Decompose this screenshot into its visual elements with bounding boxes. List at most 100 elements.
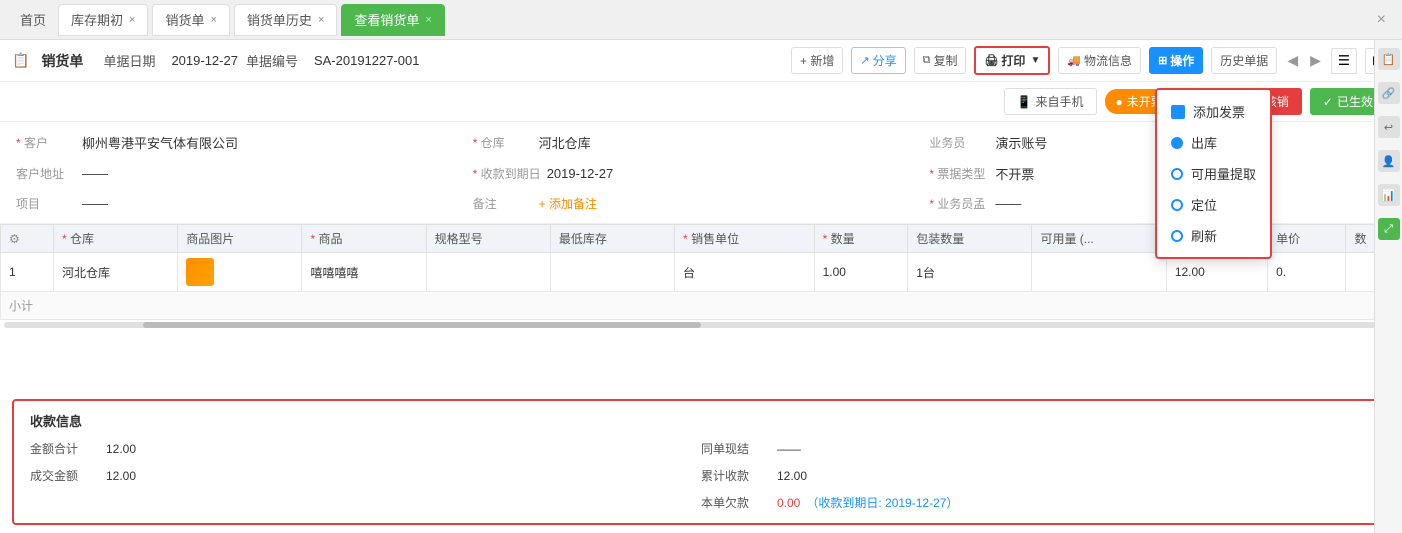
same-order-label: 同单现结	[701, 440, 771, 457]
product-thumbnail	[186, 258, 214, 286]
outbound-label: 出库	[1191, 133, 1217, 152]
col-pack-qty: 包装数量	[908, 225, 1032, 253]
row-spec	[426, 253, 550, 292]
prev-button[interactable]: ◀	[1287, 52, 1298, 69]
from-phone-button[interactable]: 📱 来自手机	[1004, 88, 1097, 115]
effective-label: 已生效	[1337, 93, 1373, 110]
dropdown-outbound[interactable]: 出库	[1157, 127, 1270, 158]
dropdown-refresh[interactable]: 刷新	[1157, 220, 1270, 251]
new-button[interactable]: + 新增	[791, 47, 843, 74]
col-min-stock: 最低库存	[550, 225, 674, 253]
copy-button[interactable]: ⧉ 复制	[914, 47, 967, 74]
sidebar-icon-user[interactable]: 👤	[1378, 150, 1400, 172]
warehouse-row: 仓库 河北仓库	[473, 130, 930, 155]
row-pack-qty: 1台	[908, 253, 1032, 292]
tab-bar: 首页 库存期初 × 销货单 × 销货单历史 × 查看销货单 × ×	[0, 0, 1402, 40]
sidebar-icon-chart[interactable]: 📊	[1378, 184, 1400, 206]
staff2-label: 业务员孟	[929, 195, 989, 212]
subtotal-label: 小计	[1, 292, 1402, 320]
owe-note: （收款到期日: 2019-12-27）	[806, 494, 958, 511]
customer-row: 客户 柳州粤港平安气体有限公司	[16, 130, 473, 155]
row-qty: 1.00	[814, 253, 908, 292]
owe-value: 0.00	[777, 496, 800, 510]
action-button[interactable]: ⊞ 操作	[1149, 47, 1203, 74]
bottom-info-box: 收款信息 金额合计 12.00 成交金额 12.00 同单现结 ——	[12, 399, 1390, 525]
col-available: 可用量 (...	[1032, 225, 1166, 253]
tab-home[interactable]: 首页	[8, 10, 58, 29]
history-button[interactable]: 历史单据	[1211, 47, 1277, 74]
same-order-value: ——	[777, 442, 801, 456]
col-unit: 销售单位	[675, 225, 815, 253]
doc-number-label: 单据编号	[246, 51, 298, 70]
col-product-img: 商品图片	[178, 225, 302, 253]
list-view-button[interactable]: ☰	[1331, 48, 1357, 74]
sidebar-icon-return[interactable]: ↩	[1378, 116, 1400, 138]
tab-sales[interactable]: 销货单 ×	[152, 4, 229, 36]
print-button[interactable]: 🖨 打印 ▼	[974, 46, 1050, 75]
from-phone-label: 来自手机	[1036, 93, 1084, 110]
add-note-button[interactable]: + 添加备注	[539, 195, 597, 212]
dropdown-available[interactable]: 可用量提取	[1157, 158, 1270, 189]
sidebar-icon-expand[interactable]: ⤢	[1378, 218, 1400, 240]
copy-label: 复制	[933, 52, 957, 69]
address-row: 客户地址 ——	[16, 161, 473, 186]
refresh-icon	[1171, 230, 1183, 242]
warehouse-value: 河北仓库	[539, 133, 591, 152]
tab-view-sales[interactable]: 查看销货单 ×	[341, 4, 444, 36]
row-product: 嘻嘻嘻嘻	[302, 253, 426, 292]
phone-icon: 📱	[1017, 95, 1032, 109]
dropdown-add-invoice[interactable]: 添加发票	[1157, 96, 1270, 127]
logistics-button[interactable]: 🚚 物流信息	[1058, 47, 1141, 74]
note-label: 备注	[473, 195, 533, 212]
logistics-label: 物流信息	[1084, 52, 1132, 69]
row-no: 1	[1, 253, 54, 292]
action-dropdown: 添加发票 出库 可用量提取 定位 刷新	[1155, 88, 1272, 259]
share-button[interactable]: ↗ 分享	[851, 47, 905, 74]
row-warehouse: 河北仓库	[54, 253, 178, 292]
same-order-row: 同单现结 ——	[701, 438, 1372, 459]
dropdown-locate[interactable]: 定位	[1157, 189, 1270, 220]
tab-sales-close[interactable]: ×	[210, 14, 216, 26]
tab-sales-history[interactable]: 销货单历史 ×	[234, 4, 337, 36]
col-gear: ⚙	[1, 225, 54, 253]
row-min-stock	[550, 253, 674, 292]
doc-title: 销货单	[41, 51, 83, 71]
sidebar-icon-link[interactable]: 🔗	[1378, 82, 1400, 104]
tab-inventory[interactable]: 库存期初 ×	[58, 4, 148, 36]
sidebar-icon-doc[interactable]: 📋	[1378, 48, 1400, 70]
owe-row: 本单欠款 0.00 （收款到期日: 2019-12-27）	[701, 492, 1372, 513]
accumulated-label: 累计收款	[701, 467, 771, 484]
doc-number-value: SA-20191227-001	[314, 53, 420, 68]
refresh-label: 刷新	[1191, 226, 1217, 245]
staff-label: 业务员	[929, 134, 989, 151]
table-scrollbar[interactable]	[4, 322, 1398, 328]
amount-value: 12.00	[106, 442, 136, 456]
share-label: 分享	[873, 52, 897, 69]
history-label: 历史单据	[1220, 52, 1268, 69]
address-label: 客户地址	[16, 165, 76, 182]
window-close-button[interactable]: ×	[1369, 11, 1394, 29]
tab-sales-history-label: 销货单历史	[247, 10, 312, 29]
tab-view-sales-close[interactable]: ×	[425, 14, 431, 26]
due-date-value: 2019-12-27	[547, 166, 614, 181]
deal-row: 成交金额 12.00	[30, 465, 701, 486]
deal-label: 成交金额	[30, 467, 100, 484]
row-price: 0.	[1268, 253, 1346, 292]
row-available	[1032, 253, 1166, 292]
tab-inventory-close[interactable]: ×	[129, 14, 135, 26]
ticket-value: 不开票	[995, 164, 1034, 183]
col-spec: 规格型号	[426, 225, 550, 253]
new-label: + 新增	[800, 52, 834, 69]
info-grid: 金额合计 12.00 成交金额 12.00 同单现结 —— 累计收款	[30, 438, 1372, 513]
gear-icon[interactable]: ⚙	[9, 232, 20, 246]
add-invoice-icon	[1171, 105, 1185, 119]
amount-label: 金额合计	[30, 440, 100, 457]
doc-icon: 📋	[12, 52, 29, 69]
available-icon	[1171, 168, 1183, 180]
tab-sales-history-close[interactable]: ×	[318, 14, 324, 26]
warehouse-label: 仓库	[473, 134, 533, 151]
next-button[interactable]: ▶	[1310, 52, 1321, 69]
bottom-info-title: 收款信息	[30, 411, 1372, 430]
address-value: ——	[82, 166, 108, 181]
accumulated-row: 累计收款 12.00	[701, 465, 1372, 486]
